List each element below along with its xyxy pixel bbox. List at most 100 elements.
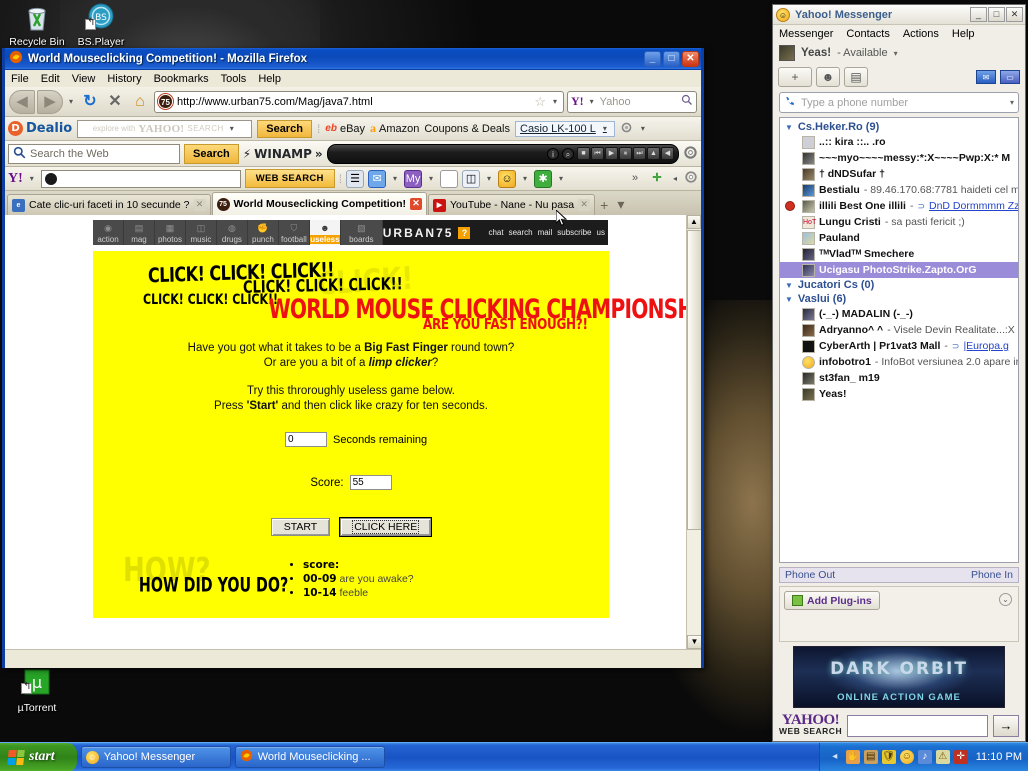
chevron-down-icon[interactable]: ▾ xyxy=(27,174,37,183)
phone-out-link[interactable]: Phone Out xyxy=(785,569,835,581)
dealio-product-dropdown[interactable]: Casio LK-100 L ▾ xyxy=(515,120,615,137)
chevron-down-icon[interactable]: ▼ xyxy=(785,281,793,290)
group-header-csheker[interactable]: ▼ Cs.Heker.Ro (9) xyxy=(780,120,1018,134)
messenger-tray-icon[interactable]: ☺ xyxy=(899,750,914,764)
yahoo-settings-icon[interactable] xyxy=(684,170,698,187)
contact-list[interactable]: ▼ Cs.Heker.Ro (9) ..:: kira ::.. .ro ~~~… xyxy=(779,117,1019,563)
nav-search[interactable]: search xyxy=(509,228,533,237)
menu-tools[interactable]: Tools xyxy=(221,73,247,85)
add-contact-button[interactable]: + xyxy=(778,67,812,87)
yahoo-messenger-icon[interactable]: ☺ xyxy=(498,169,517,188)
contact-item[interactable]: ..:: kira ::.. .ro xyxy=(780,134,1018,150)
bookmark-star-icon[interactable]: ☆ xyxy=(534,94,546,110)
web-search-input[interactable] xyxy=(847,715,988,737)
nav-punch[interactable]: ✊ punch xyxy=(247,220,278,245)
avatar[interactable] xyxy=(779,45,795,61)
address-dropdown-icon[interactable]: ▾ xyxy=(550,97,560,106)
score-field[interactable]: 55 xyxy=(349,475,392,490)
phone-in-link[interactable]: Phone In xyxy=(971,569,1013,581)
tab-youtube[interactable]: ▶ YouTube - Nane - Nu pasa ✕ xyxy=(427,194,596,215)
voicemail-icon[interactable]: ▭ xyxy=(1000,70,1020,84)
antivirus-icon[interactable]: ✛ xyxy=(953,750,968,764)
volume-up-button[interactable]: ▲ xyxy=(647,147,660,160)
minimize-button[interactable]: _ xyxy=(644,50,661,67)
menu-messenger[interactable]: Messenger xyxy=(779,28,833,40)
search-icon[interactable] xyxy=(681,94,693,109)
dealio-settings-icon[interactable] xyxy=(620,121,633,137)
chevron-double-down-icon[interactable]: ⌄ xyxy=(999,593,1012,606)
page-vertical-scrollbar[interactable]: ▲ ▼ xyxy=(686,215,701,649)
yahoo-search-input[interactable] xyxy=(40,169,241,188)
web-search-go-button[interactable]: → xyxy=(993,715,1019,737)
winamp-brand[interactable]: ⚡ WINAMP » xyxy=(243,147,323,161)
chevron-down-icon[interactable]: ▾ xyxy=(66,97,76,106)
dealio-brand[interactable]: D Dealio xyxy=(8,121,72,136)
maximize-button[interactable]: □ xyxy=(988,7,1005,22)
desktop-icon-recycle-bin[interactable]: Recycle Bin xyxy=(4,2,70,48)
yahoo-games-icon[interactable]: ✱ xyxy=(534,169,553,188)
contact-item[interactable]: HoT Lungu Cristi - sa pasti fericit ;) xyxy=(780,214,1018,230)
collapse-icon[interactable]: ◂ xyxy=(670,174,680,183)
contact-item[interactable]: st3fan_ m19 xyxy=(780,370,1018,386)
yahoo-engine-icon[interactable]: Y! xyxy=(571,94,584,109)
chevron-down-icon[interactable]: ▼ xyxy=(785,123,793,132)
user-status[interactable]: - Available xyxy=(837,47,888,59)
tab-close-icon[interactable]: ✕ xyxy=(193,199,206,211)
add-plugins-button[interactable]: Add Plug-ins xyxy=(784,591,880,610)
messenger-user-row[interactable]: Yeas! - Available ▾ xyxy=(773,42,1025,64)
nav-useless[interactable]: ☻ useless xyxy=(309,220,340,245)
nav-mag[interactable]: ▤ mag xyxy=(123,220,154,245)
start-button[interactable]: START xyxy=(270,518,331,536)
shield-icon[interactable]: 🛡 xyxy=(881,750,896,764)
start-button[interactable]: start xyxy=(0,742,77,771)
winamp-transport-controls[interactable]: ■ ⏮ ▶ ⏸ ⏭ ▲ ◀ xyxy=(577,147,674,160)
previous-button[interactable]: ⏮ xyxy=(591,147,604,160)
reload-button[interactable]: ↻ xyxy=(79,91,101,113)
chevron-down-icon[interactable]: ▾ xyxy=(390,174,400,183)
stop-button[interactable]: ■ xyxy=(577,147,590,160)
group-header-vaslui[interactable]: ▼ Vaslui (6) xyxy=(780,292,1018,306)
yahoo-logo-icon[interactable]: Y! xyxy=(8,171,23,187)
sound-icon[interactable]: ♪ xyxy=(917,750,932,764)
dealio-overflow-icon[interactable]: ▾ xyxy=(638,124,648,133)
contact-item[interactable]: Bestialu - 89.46.170.68:7781 haideti cel… xyxy=(780,182,1018,198)
nav-drugs[interactable]: ◍ drugs xyxy=(216,220,247,245)
yahoo-web-search-button[interactable]: WEB SEARCH xyxy=(244,169,335,188)
group-header-jucatori[interactable]: ▼ Jucatori Cs (0) xyxy=(780,278,1018,292)
menu-help[interactable]: Help xyxy=(258,73,281,85)
winamp-player-bar[interactable]: i ⌕ ■ ⏮ ▶ ⏸ ⏭ ▲ ◀ xyxy=(326,143,679,164)
dealio-link-ebay[interactable]: eb eBay xyxy=(325,123,365,135)
maximize-button[interactable]: □ xyxy=(663,50,680,67)
tab-close-icon[interactable]: ✕ xyxy=(409,198,422,210)
chevron-down-icon[interactable]: ▾ xyxy=(600,124,610,133)
scroll-down-icon[interactable]: ▼ xyxy=(687,635,701,649)
engine-dropdown-icon[interactable]: ▾ xyxy=(587,97,597,106)
status-link[interactable]: DnD Dormmmm ZzZ xyxy=(929,200,1018,212)
chevron-down-icon[interactable]: ▾ xyxy=(484,174,494,183)
seconds-remaining-field[interactable]: 0 xyxy=(285,432,327,447)
chevron-down-icon[interactable]: ▼ xyxy=(785,295,793,304)
dealio-link-coupons[interactable]: Coupons & Deals xyxy=(424,123,510,135)
taskbar-item-firefox[interactable]: World Mouseclicking ... xyxy=(234,746,385,768)
menu-contacts[interactable]: Contacts xyxy=(846,28,889,40)
tab-list-icon[interactable]: ▾ xyxy=(613,196,628,215)
show-hidden-icons-icon[interactable]: ◂ xyxy=(828,750,842,764)
status-link[interactable]: |Europa.g xyxy=(963,340,1008,352)
warning-icon[interactable]: ⚠ xyxy=(935,750,950,764)
search-bar[interactable]: Y! ▾ Yahoo xyxy=(567,90,697,113)
scroll-up-icon[interactable]: ▲ xyxy=(687,215,701,229)
winamp-search-button[interactable]: Search xyxy=(184,143,239,164)
close-button[interactable]: ✕ xyxy=(1006,7,1023,22)
yahoo-news-icon[interactable]: ◫ xyxy=(462,169,481,188)
contact-item[interactable]: ᵀᴹVladᵀᴹ Smechere xyxy=(780,246,1018,262)
contact-card-icon[interactable]: ▤ xyxy=(844,67,868,87)
stop-button[interactable]: ✕ xyxy=(104,91,126,113)
nav-boards[interactable]: ▧ boards xyxy=(340,220,382,245)
taskbar-item-messenger[interactable]: ☺ Yahoo! Messenger xyxy=(80,746,231,768)
yahoo-blank-icon[interactable] xyxy=(440,169,459,188)
yahoo-mail-icon[interactable]: ✉ xyxy=(368,169,387,188)
dealio-dropdown-icon[interactable]: ▾ xyxy=(227,124,237,133)
tab-close-icon[interactable]: ✕ xyxy=(578,199,591,211)
nav-music[interactable]: ◫ music xyxy=(185,220,216,245)
contact-item[interactable]: infobotro1 - InfoBot versiunea 2.0 apare… xyxy=(780,354,1018,370)
